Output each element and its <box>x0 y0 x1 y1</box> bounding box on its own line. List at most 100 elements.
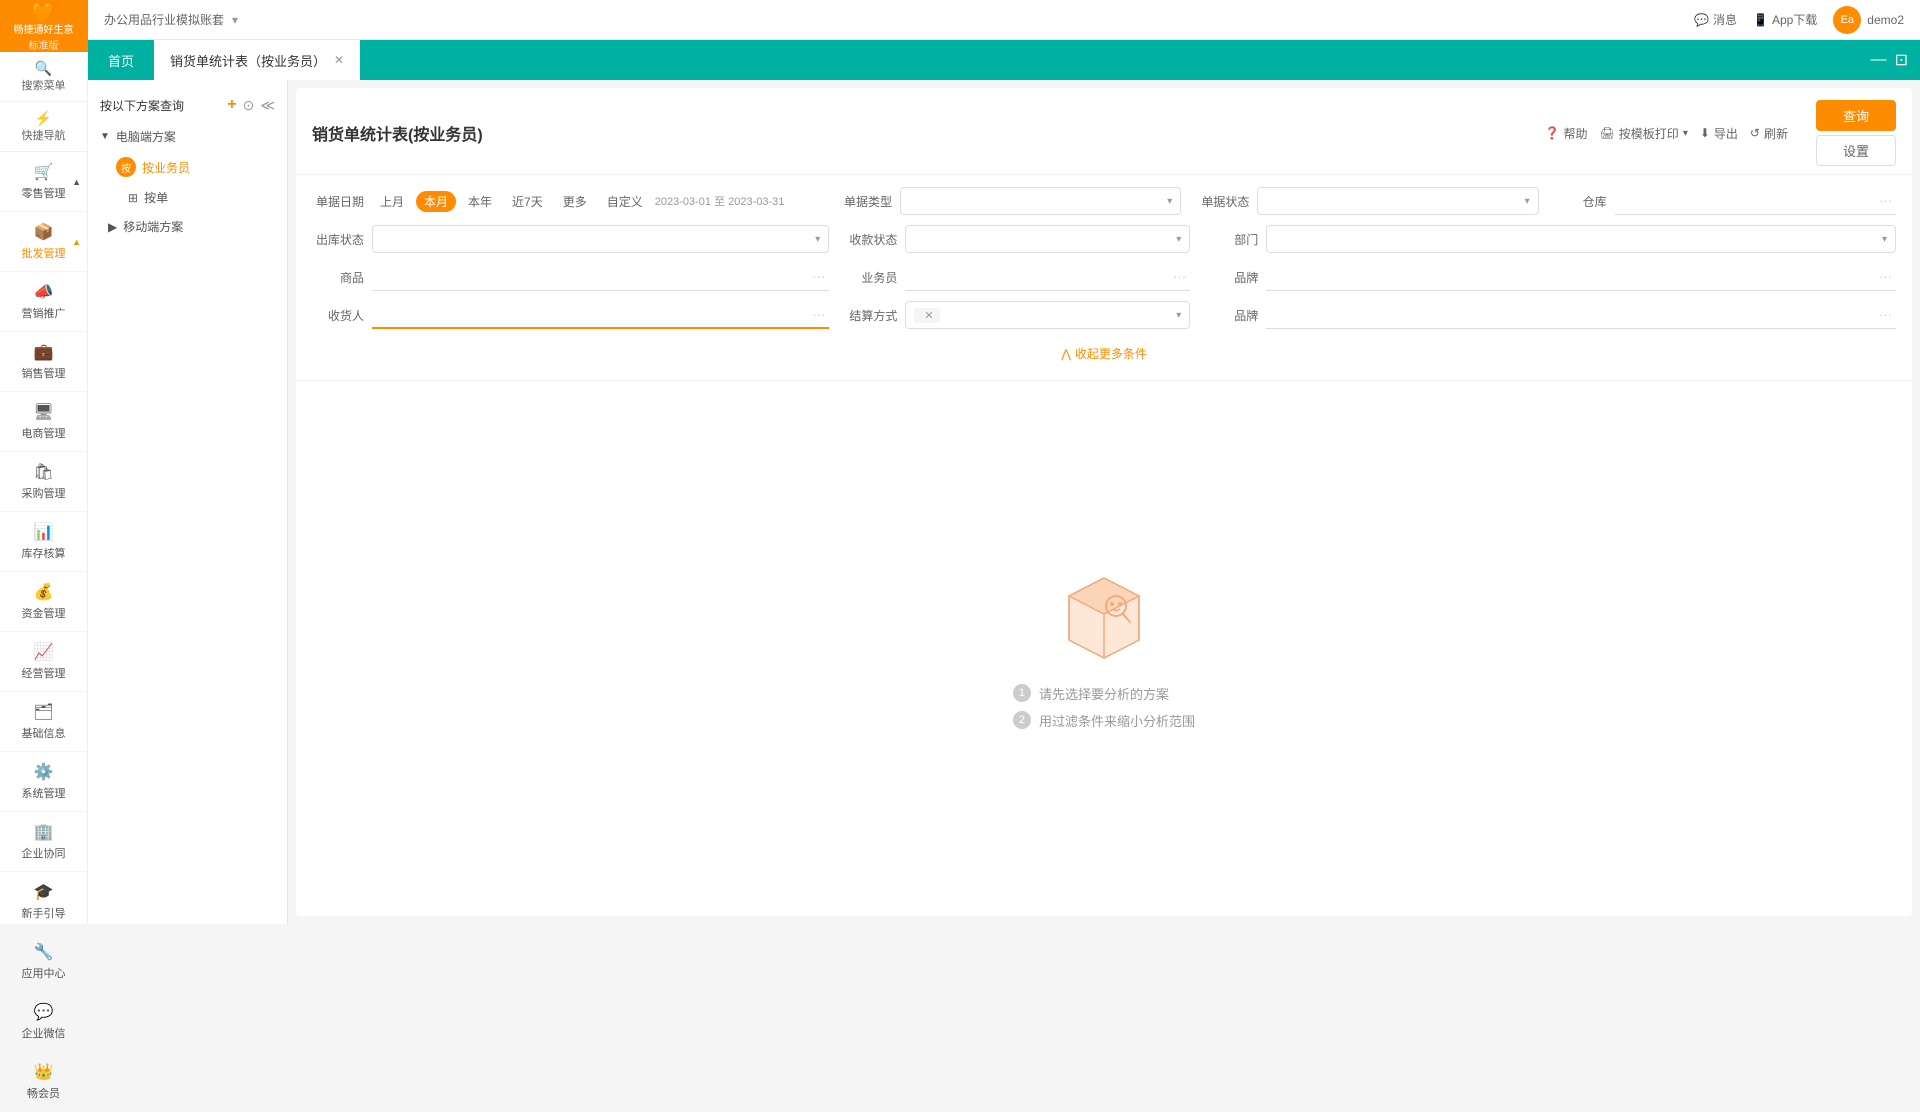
print-btn[interactable]: 🖨 按模板打印 ▾ <box>1600 125 1688 142</box>
tab-close-btn[interactable]: ✕ <box>334 53 344 67</box>
filter-payment-status-select[interactable]: ▾ <box>905 225 1190 253</box>
sidebar-item-newbie[interactable]: 🎓 新手引导 <box>0 872 87 932</box>
filter-settlement: 结算方式 ✕ ▾ <box>845 301 1190 329</box>
sidebar-item-enterprise[interactable]: 🏢 企业协同 <box>0 812 87 872</box>
sidebar-item-basic-label: 基础信息 <box>22 725 66 741</box>
purchase-icon: 🛍 <box>33 462 53 482</box>
tab-sales-stat[interactable]: 销货单统计表（按业务员） ✕ <box>154 40 360 80</box>
mobile-scheme-header[interactable]: ▶ 移动端方案 <box>88 212 287 241</box>
workspace-dropdown-icon[interactable]: ▾ <box>232 13 238 27</box>
salesman-dots[interactable]: ··· <box>1173 269 1186 284</box>
sidebar-item-basic[interactable]: 🗂 基础信息 <box>0 692 87 752</box>
refresh-btn[interactable]: ↺ 刷新 <box>1750 125 1788 142</box>
tab-maximize-btn[interactable]: ⊡ <box>1895 50 1908 70</box>
filter-ship-status: 出库状态 ▾ <box>312 225 829 253</box>
filter-salesman: 业务员 ··· <box>845 263 1190 291</box>
sidebar-item-marketing[interactable]: 📣 营销推广 <box>0 272 87 332</box>
content-area: 按以下方案查询 + ⊙ ≪ ▼ 电脑端方案 按 按业务员 ⊞ 按 <box>88 80 1920 924</box>
desktop-scheme-header[interactable]: ▼ 电脑端方案 <box>88 122 287 151</box>
filter-settlement-select[interactable]: ✕ ▾ <box>905 301 1190 329</box>
app-download-btn[interactable]: 📱 App下载 <box>1753 11 1817 28</box>
filter-brand-input[interactable]: ··· <box>1266 263 1896 291</box>
sidebar-search-item[interactable]: 🔍 搜索菜单 <box>0 52 87 102</box>
date-btn-last-month[interactable]: 上月 <box>372 191 412 212</box>
tab-minimize-btn[interactable]: — <box>1871 51 1887 69</box>
quicknav-icon: ⚡ <box>35 110 52 127</box>
wholesale-icon: 📦 <box>34 222 54 242</box>
sidebar-item-wechat[interactable]: 💬 企业微信 <box>0 992 87 1052</box>
goods-dots[interactable]: ··· <box>812 269 825 284</box>
collapse-btn[interactable]: ⋀ 收起更多条件 <box>312 339 1896 368</box>
sidebar-item-operations[interactable]: 📈 经营管理 <box>0 632 87 692</box>
desktop-scheme-label: 电脑端方案 <box>116 128 176 145</box>
filter-dept-select[interactable]: ▾ <box>1266 225 1896 253</box>
tab-home[interactable]: 首页 <box>88 40 154 80</box>
sidebar-item-finance[interactable]: 💰 资金管理 <box>0 572 87 632</box>
sidebar-item-inventory[interactable]: 📊 库存核算 <box>0 512 87 572</box>
sidebar-item-system[interactable]: ⚙️ 系统管理 <box>0 752 87 812</box>
export-btn[interactable]: ⬇ 导出 <box>1700 125 1738 142</box>
filter-brand2-input[interactable]: ··· <box>1266 301 1896 329</box>
edit-scheme-btn[interactable]: ⊙ <box>243 97 255 114</box>
filter-goods-input[interactable]: ··· <box>372 263 829 291</box>
message-btn[interactable]: 💬 消息 <box>1694 11 1737 28</box>
brand-dots[interactable]: ··· <box>1879 269 1892 284</box>
date-btn-last-7-days[interactable]: 近7天 <box>504 191 551 212</box>
sidebar-item-wholesale-label: 批发管理 <box>22 245 66 261</box>
recipient-dots[interactable]: ··· <box>812 307 825 322</box>
date-btn-this-month[interactable]: 本月 <box>416 191 456 212</box>
filter-warehouse-label: 仓库 <box>1555 193 1607 210</box>
warehouse-dots[interactable]: ··· <box>1879 193 1892 208</box>
tab-actions: — ⊡ <box>1871 50 1920 70</box>
query-button[interactable]: 查询 <box>1816 100 1896 131</box>
date-btn-custom[interactable]: 自定义 <box>599 191 651 212</box>
sidebar-item-enterprise-label: 企业协同 <box>22 845 66 861</box>
help-btn[interactable]: ❓ 帮助 <box>1545 125 1588 142</box>
settlement-arrow: ▾ <box>1176 310 1181 321</box>
tabbar: 首页 销货单统计表（按业务员） ✕ — ⊡ <box>88 40 1920 80</box>
settlement-tag-remove[interactable]: ✕ <box>924 309 933 322</box>
user-name-label: demo2 <box>1867 13 1904 27</box>
filter-warehouse: 仓库 ··· <box>1555 187 1896 215</box>
sidebar-item-purchase[interactable]: 🛍 采购管理 <box>0 452 87 512</box>
filter-recipient: 收货人 ··· <box>312 301 829 329</box>
tab-sales-stat-label: 销货单统计表（按业务员） <box>170 51 326 70</box>
filter-goods: 商品 ··· <box>312 263 829 291</box>
sidebar-item-ecommerce[interactable]: 🖥 电商管理 <box>0 392 87 452</box>
add-scheme-btn[interactable]: + <box>227 96 236 114</box>
settings-button[interactable]: 设置 <box>1816 135 1896 166</box>
salesman-scheme-icon: 按 <box>116 157 136 177</box>
ship-status-arrow: ▾ <box>815 234 820 245</box>
filter-order-status: 单据状态 ▾ <box>1197 187 1538 215</box>
scheme-by-salesman[interactable]: 按 按业务员 <box>88 151 287 183</box>
left-panel-header-actions: + ⊙ ≪ <box>227 96 275 114</box>
date-btn-this-year[interactable]: 本年 <box>460 191 500 212</box>
sidebar-search-label: 搜索菜单 <box>22 77 66 93</box>
filter-ship-status-select[interactable]: ▾ <box>372 225 829 253</box>
scheme-by-order[interactable]: ⊞ 按单 <box>88 183 287 212</box>
filter-row-2: 出库状态 ▾ 收款状态 ▾ <box>312 225 1896 253</box>
filter-order-status-select[interactable]: ▾ <box>1257 187 1538 215</box>
filter-dept-label: 部门 <box>1206 231 1258 248</box>
sidebar-quicknav-item[interactable]: ⚡ 快捷导航 <box>0 102 87 152</box>
filter-salesman-input[interactable]: ··· <box>905 263 1190 291</box>
sidebar-item-retail[interactable]: 🛒 零售管理 ▲ <box>0 152 87 212</box>
brand2-dots[interactable]: ··· <box>1879 307 1892 322</box>
sidebar-item-ecommerce-label: 电商管理 <box>22 425 66 441</box>
sidebar-item-sales[interactable]: 💼 销售管理 <box>0 332 87 392</box>
user-btn[interactable]: Ea demo2 <box>1833 6 1904 34</box>
collapse-panel-btn[interactable]: ≪ <box>260 97 275 114</box>
topbar-left: 办公用品行业模拟账套 ▾ <box>104 11 238 28</box>
filter-warehouse-input[interactable]: ··· <box>1615 187 1896 215</box>
sidebar-item-apps[interactable]: 🔧 应用中心 <box>0 932 87 992</box>
filter-brand2: 品牌 ··· <box>1206 301 1896 329</box>
filter-order-type-select[interactable]: ▾ <box>900 187 1181 215</box>
sidebar-item-wholesale[interactable]: 📦 批发管理 ▲ <box>0 212 87 272</box>
sidebar-item-inventory-label: 库存核算 <box>22 545 66 561</box>
sidebar-item-member[interactable]: 👑 畅会员 <box>0 1052 87 1112</box>
inventory-icon: 📊 <box>34 522 54 542</box>
sidebar-item-purchase-label: 采购管理 <box>22 485 66 501</box>
filter-recipient-input[interactable]: ··· <box>372 301 829 329</box>
sidebar-logo[interactable]: 🧡 畅捷通好生意 标准版 <box>0 0 88 52</box>
date-btn-more[interactable]: 更多 <box>555 191 595 212</box>
